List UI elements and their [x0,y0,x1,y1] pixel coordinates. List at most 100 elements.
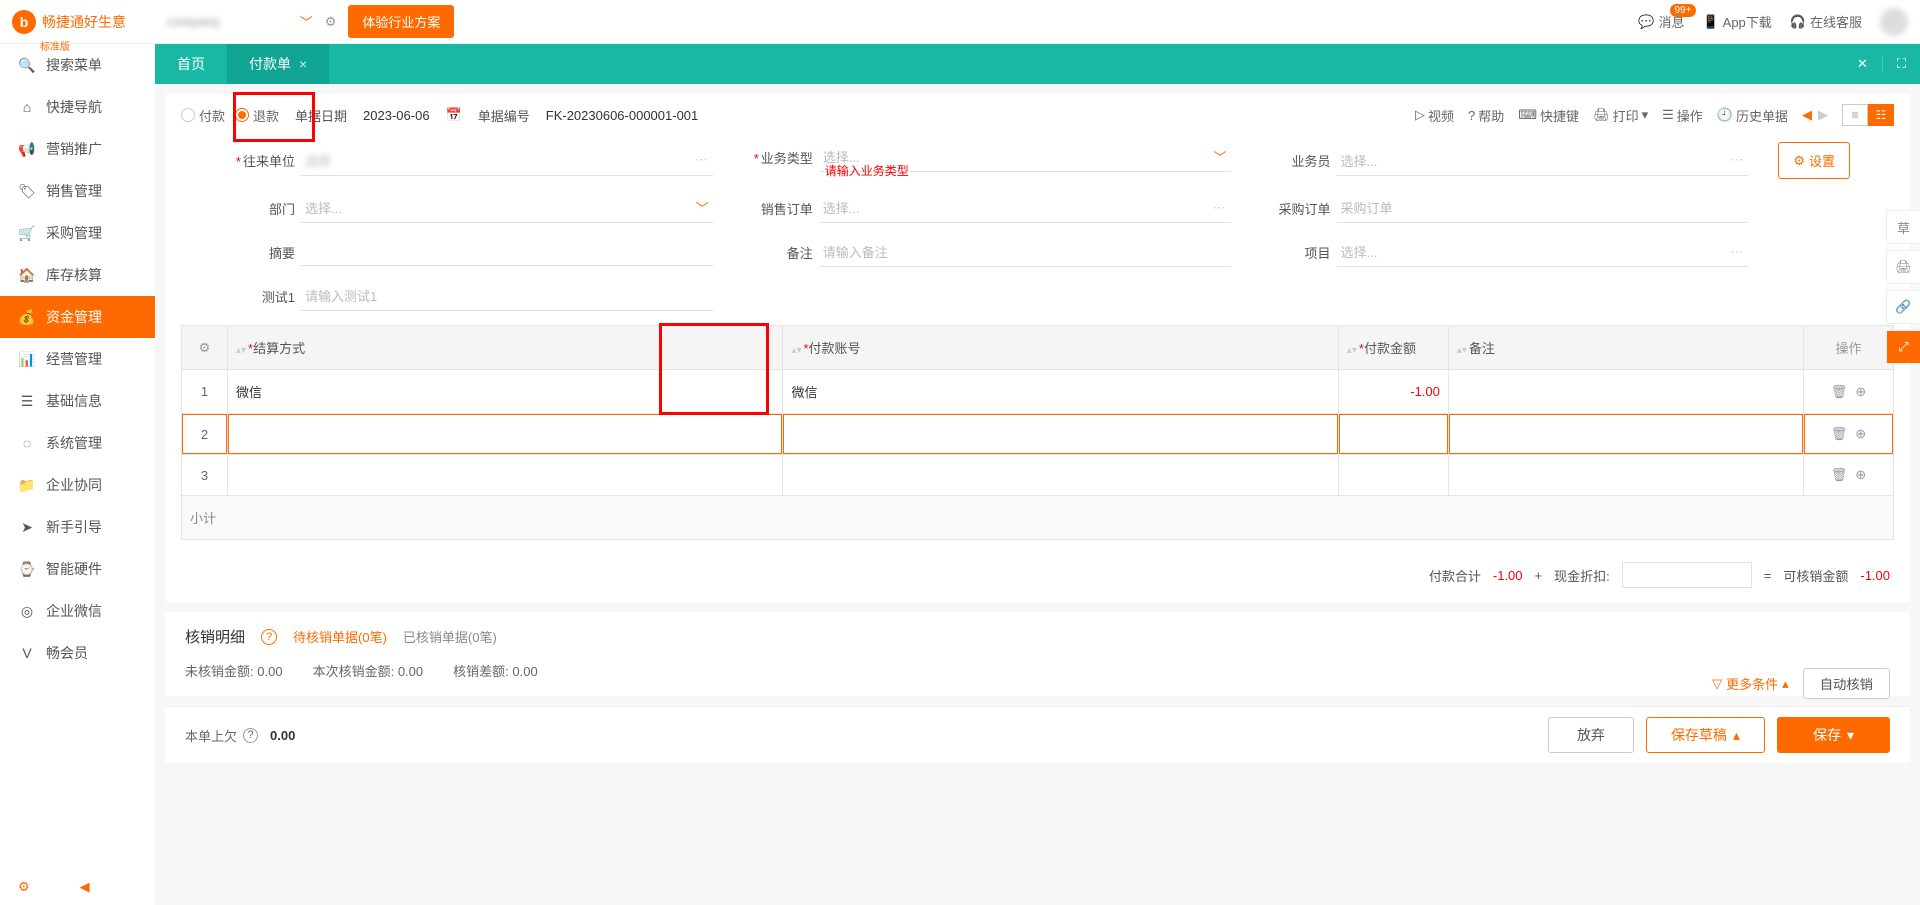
sidebar-item-label: 搜索菜单 [46,55,102,75]
close-all-icon[interactable]: ✕ [1843,56,1882,72]
radio-refund[interactable]: 退款 [235,106,279,125]
message-link[interactable]: 💬 消息 99+ [1638,12,1684,31]
settings-button[interactable]: ⚙设置 [1778,142,1850,179]
add-row-icon[interactable]: ⊕ [1855,426,1866,441]
more-filter-link[interactable]: ▽更多条件▴ [1712,674,1789,693]
delete-row-icon[interactable]: 🗑 [1831,467,1848,482]
sidebar-item[interactable]: 📊经营管理 [0,338,155,380]
cell-account[interactable] [783,414,1338,455]
delete-row-icon[interactable]: 🗑 [1831,426,1848,441]
tab-home[interactable]: 首页 [155,44,227,84]
info-icon[interactable]: ? [261,629,277,645]
avatar[interactable] [1880,8,1908,36]
info-icon[interactable]: ? [243,728,258,743]
sidebar-item[interactable]: ⌚智能硬件 [0,548,155,590]
project-select[interactable]: 选择...⋯ [1337,237,1749,267]
rail-link-icon[interactable]: 🔗 [1886,290,1920,324]
view-list-button[interactable]: ≡ [1842,104,1868,126]
table-settings-header[interactable]: ⚙ [182,326,228,370]
delete-row-icon[interactable]: 🗑 [1831,384,1848,399]
logo-area: b 畅捷通好生意 标准版 [12,10,167,34]
table-row[interactable]: 2 🗑⊕ [182,414,1894,455]
sidebar-item[interactable]: ☰基础信息 [0,380,155,422]
history-link[interactable]: 🕘历史单据 [1717,106,1788,125]
cell-remark[interactable] [1448,414,1803,455]
sidebar-icon: ◌ [18,434,36,452]
dept-select[interactable]: 选择...﹀ [301,193,713,223]
sidebar-item[interactable]: ◌系统管理 [0,422,155,464]
save-draft-button[interactable]: 保存草稿▴ [1646,717,1765,753]
field-test1: 测试1 请输入测试1 [225,281,713,311]
radio-pay[interactable]: 付款 [181,106,225,125]
chevron-down-icon[interactable]: ﹀ [300,12,313,31]
test1-input[interactable]: 请输入测试1 [301,281,713,311]
sidebar-item[interactable]: 🔍搜索菜单 [0,44,155,86]
purchase-order-select[interactable]: 采购订单 [1337,193,1749,223]
partner-select[interactable]: 选择⋯ [301,146,713,176]
operate-link[interactable]: ☰操作 [1662,106,1703,125]
app-download-link[interactable]: 📱 App下载 [1702,12,1771,31]
cell-remark[interactable] [1448,455,1803,496]
prev-doc-button[interactable]: ◀ [1802,107,1812,123]
sidebar: 🔍搜索菜单⌂快捷导航📢营销推广🏷销售管理🛒采购管理🏠库存核算💰资金管理📊经营管理… [0,44,155,905]
auto-writeoff-button[interactable]: 自动核销 [1803,668,1890,699]
sidebar-item[interactable]: 🏷销售管理 [0,170,155,212]
help-link[interactable]: ?帮助 [1468,106,1504,125]
summary-input[interactable] [301,238,713,266]
cell-amount[interactable]: -1.00 [1338,370,1448,414]
gear-icon[interactable]: ⚙ [325,14,337,30]
discount-input[interactable] [1622,562,1752,588]
remark-input[interactable]: 请输入备注 [819,237,1231,267]
cell-account[interactable] [783,455,1338,496]
pending-tab[interactable]: 待核销单据(0笔) [293,627,387,646]
shortcut-link[interactable]: ⌨快捷键 [1518,106,1579,125]
gear-icon[interactable]: ⚙ [18,879,30,895]
company-selector[interactable]: company [167,14,220,29]
cell-remark[interactable] [1448,370,1803,414]
table-row[interactable]: 3 🗑⊕ [182,455,1894,496]
col-amount[interactable]: ▴▾*付款金额 [1338,326,1448,370]
table-row[interactable]: 1 微信 微信 -1.00 🗑⊕ [182,370,1894,414]
done-tab[interactable]: 已核销单据(0笔) [403,627,497,646]
sales-order-select[interactable]: 选择...⋯ [819,193,1231,223]
doc-date-value[interactable]: 2023-06-06 [363,108,430,123]
rail-draft-icon[interactable]: 草 [1886,210,1920,244]
sidebar-item[interactable]: 💰资金管理 [0,296,155,338]
video-link[interactable]: ▷视频 [1415,106,1454,125]
sidebar-item[interactable]: ⌂快捷导航 [0,86,155,128]
cell-settle-method[interactable] [228,414,783,455]
rail-expand-icon[interactable]: ⤢ [1886,330,1920,364]
sidebar-item[interactable]: 📢营销推广 [0,128,155,170]
print-link[interactable]: 🖨打印▾ [1593,106,1648,125]
cta-button[interactable]: 体验行业方案 [348,5,454,38]
col-settle-method[interactable]: ▴▾*结算方式 [228,326,783,370]
cell-settle-method[interactable] [228,455,783,496]
sidebar-item[interactable]: 🏠库存核算 [0,254,155,296]
save-button[interactable]: 保存▾ [1777,717,1890,753]
col-account[interactable]: ▴▾*付款账号 [783,326,1338,370]
sidebar-item[interactable]: V畅会员 [0,632,155,674]
col-remark[interactable]: ▴▾备注 [1448,326,1803,370]
cell-account[interactable]: 微信 [783,370,1338,414]
sidebar-item[interactable]: 🛒采购管理 [0,212,155,254]
sidebar-item[interactable]: ➤新手引导 [0,506,155,548]
tab-payment-doc[interactable]: 付款单 × [227,44,329,84]
discard-button[interactable]: 放弃 [1548,717,1634,753]
sidebar-item[interactable]: ◎企业微信 [0,590,155,632]
cell-amount[interactable] [1338,414,1448,455]
cell-amount[interactable] [1338,455,1448,496]
collapse-icon[interactable]: ◀ [80,879,90,895]
view-form-button[interactable]: ☷ [1868,104,1894,126]
close-icon[interactable]: × [299,56,307,72]
cell-settle-method[interactable]: 微信 [228,370,783,414]
add-row-icon[interactable]: ⊕ [1855,467,1866,482]
calendar-icon[interactable]: 📅 [446,107,462,123]
rail-print-icon[interactable]: 🖨 [1886,250,1920,284]
next-doc-button[interactable]: ▶ [1818,107,1828,123]
fullscreen-icon[interactable]: ⛶ [1882,56,1920,72]
salesperson-select[interactable]: 选择...⋯ [1337,146,1749,176]
online-service-link[interactable]: 🎧 在线客服 [1790,12,1862,31]
writeoff-amount-label: 可核销金额 [1783,566,1848,585]
sidebar-item[interactable]: 📁企业协同 [0,464,155,506]
add-row-icon[interactable]: ⊕ [1855,384,1866,399]
